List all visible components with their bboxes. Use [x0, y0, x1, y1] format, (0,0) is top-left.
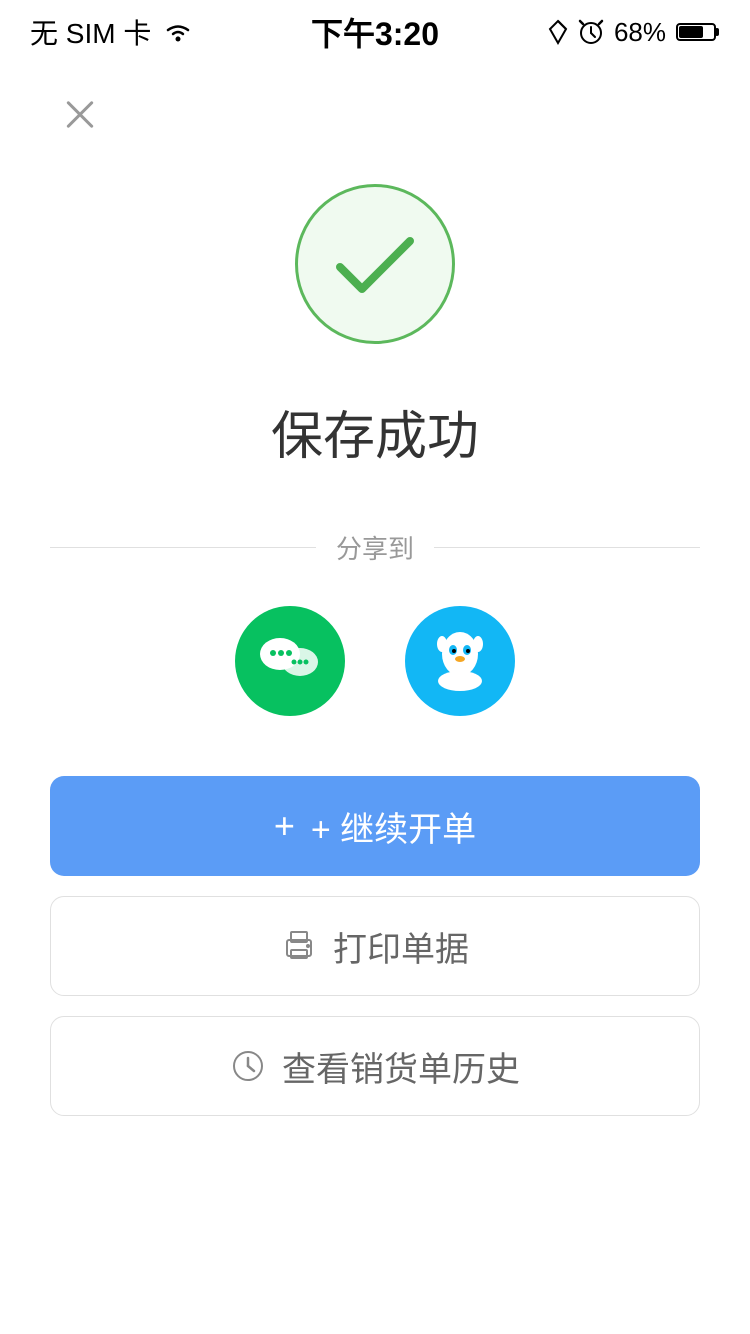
history-label: 查看销货单历史 — [282, 1042, 520, 1091]
share-divider: 分享到 — [50, 529, 700, 566]
status-bar: 无 SIM 卡 下午3:20 68% — [0, 0, 750, 64]
qq-logo — [428, 626, 492, 696]
success-title: 保存成功 — [271, 394, 479, 469]
success-icon-circle — [295, 184, 455, 344]
checkmark-icon — [330, 229, 420, 299]
print-icon — [281, 928, 317, 964]
status-right: 68% — [548, 17, 720, 48]
share-icons — [50, 606, 700, 716]
share-label: 分享到 — [336, 529, 414, 566]
print-label: 打印单据 — [333, 922, 469, 971]
share-section: 分享到 — [50, 529, 700, 716]
continue-label: + 继续开单 — [311, 802, 476, 851]
clock-icon — [230, 1048, 266, 1084]
button-group: + + 继续开单 打印单据 查看销货单历史 — [50, 776, 700, 1116]
main-content: 保存成功 分享到 — [0, 144, 750, 1334]
wechat-share-button[interactable] — [235, 606, 345, 716]
wechat-logo — [256, 632, 324, 690]
status-left: 无 SIM 卡 — [30, 12, 193, 52]
continue-button[interactable]: + + 继续开单 — [50, 776, 700, 876]
print-button[interactable]: 打印单据 — [50, 896, 700, 996]
qq-share-button[interactable] — [405, 606, 515, 716]
close-button[interactable] — [50, 84, 110, 144]
battery-icon — [676, 21, 720, 43]
alarm-icon — [578, 19, 604, 45]
status-time: 下午3:20 — [311, 9, 439, 55]
location-icon — [548, 19, 568, 45]
history-button[interactable]: 查看销货单历史 — [50, 1016, 700, 1116]
battery-text: 68% — [614, 17, 666, 48]
wifi-icon — [163, 21, 193, 43]
continue-icon: + — [274, 805, 295, 847]
sim-text: 无 SIM 卡 — [30, 12, 151, 52]
